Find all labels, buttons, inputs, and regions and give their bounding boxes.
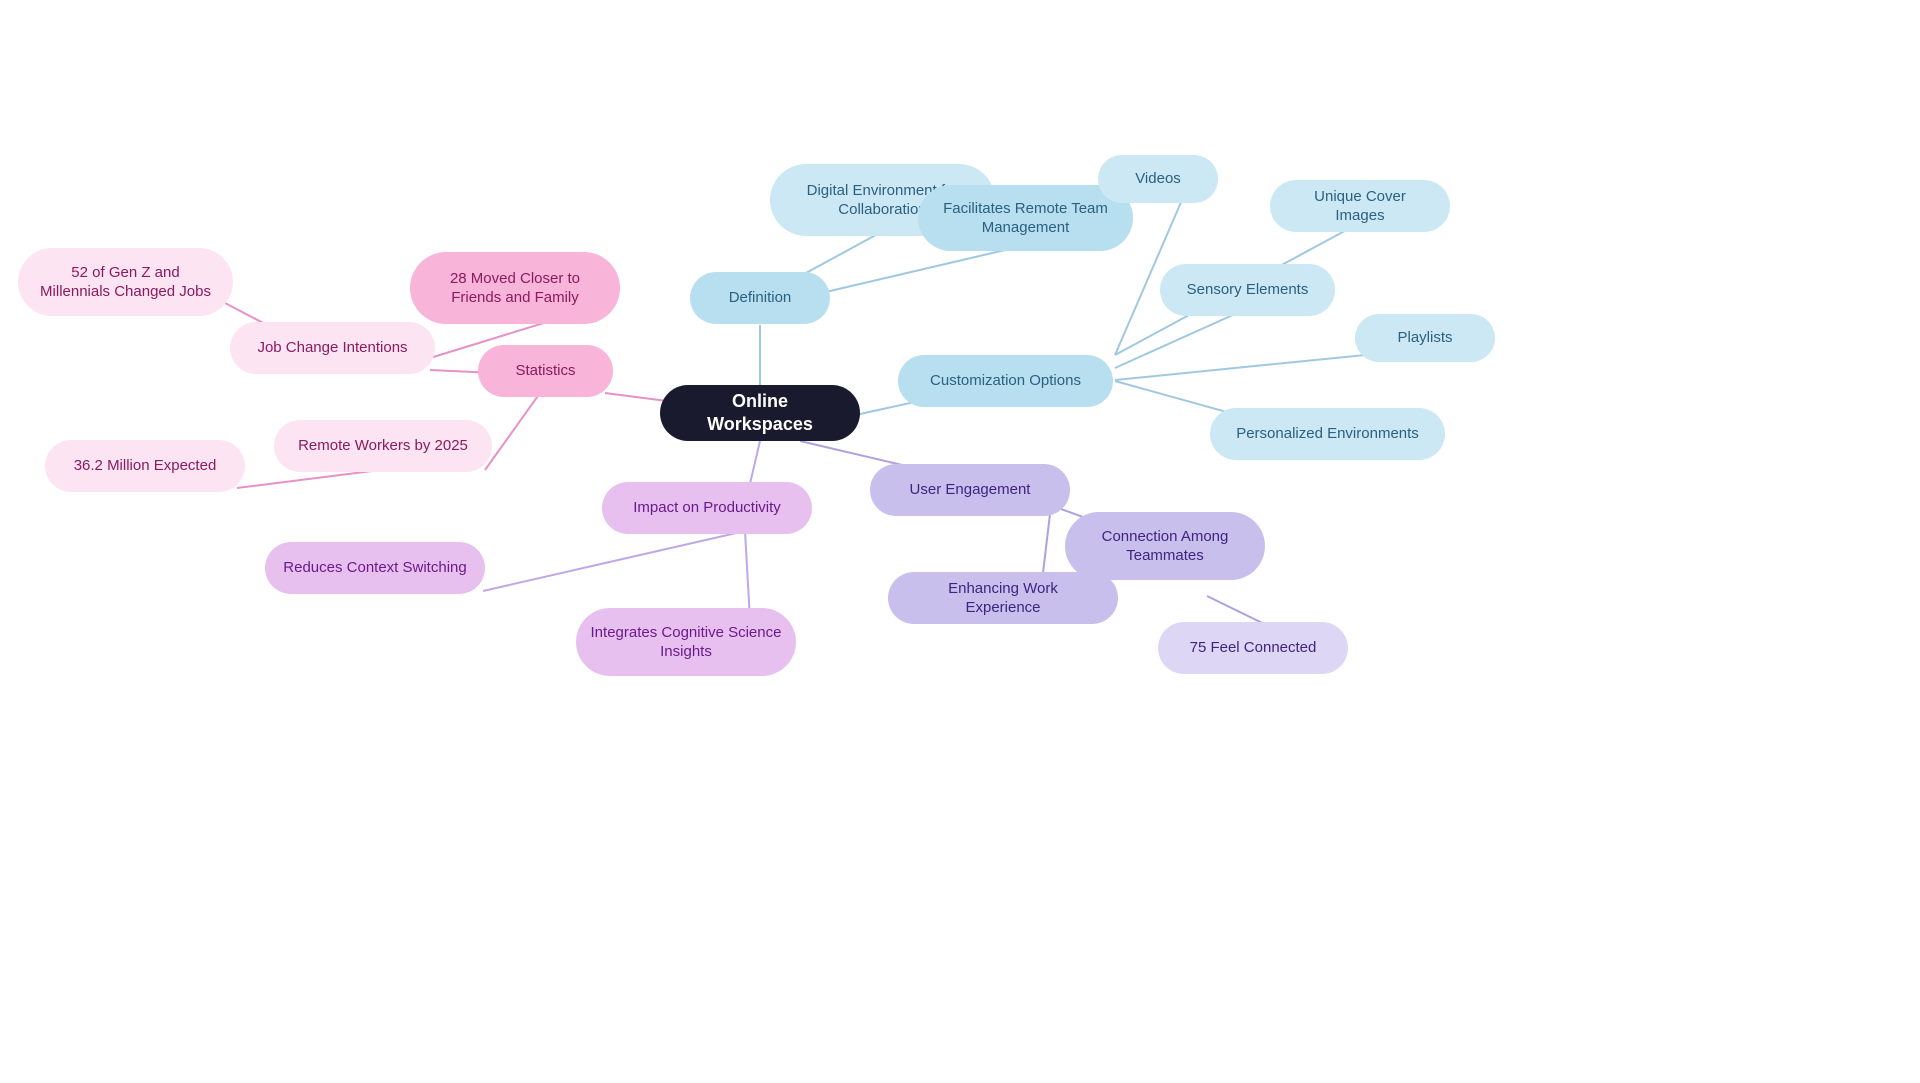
unique-cover-label: Unique Cover Images	[1292, 187, 1428, 226]
facilitates-label: Facilitates Remote Team Management	[942, 199, 1109, 238]
impact-label: Impact on Productivity	[633, 498, 781, 518]
connection-label: Connection Among Teammates	[1089, 527, 1241, 566]
personalized-label: Personalized Environments	[1236, 424, 1419, 444]
enhancing-label: Enhancing Work Experience	[912, 579, 1094, 618]
feel-connected-label: 75 Feel Connected	[1190, 638, 1317, 658]
52-gen-label: 52 of Gen Z and Millennials Changed Jobs	[40, 263, 211, 302]
user-engagement-node: User Engagement	[870, 464, 1070, 516]
statistics-node: Statistics	[478, 345, 613, 397]
remote-workers-label: Remote Workers by 2025	[298, 436, 468, 456]
customization-label: Customization Options	[930, 371, 1081, 391]
job-change-label: Job Change Intentions	[257, 338, 407, 358]
videos-node: Videos	[1098, 155, 1218, 203]
center-node: Online Workspaces	[660, 385, 860, 441]
28-moved-node: 28 Moved Closer to Friends and Family	[410, 252, 620, 324]
28-moved-label: 28 Moved Closer to Friends and Family	[434, 269, 596, 308]
36-million-label: 36.2 Million Expected	[74, 456, 217, 476]
sensory-node: Sensory Elements	[1160, 264, 1335, 316]
unique-cover-node: Unique Cover Images	[1270, 180, 1450, 232]
definition-node: Definition	[690, 272, 830, 324]
integrates-node: Integrates Cognitive Science Insights	[576, 608, 796, 676]
center-label: Online Workspaces	[696, 390, 824, 437]
feel-connected-node: 75 Feel Connected	[1158, 622, 1348, 674]
facilitates-node: Facilitates Remote Team Management	[918, 185, 1133, 251]
customization-node: Customization Options	[898, 355, 1113, 407]
playlists-node: Playlists	[1355, 314, 1495, 362]
36-million-node: 36.2 Million Expected	[45, 440, 245, 492]
reduces-label: Reduces Context Switching	[283, 558, 466, 578]
playlists-label: Playlists	[1397, 328, 1452, 348]
sensory-label: Sensory Elements	[1187, 280, 1309, 300]
reduces-node: Reduces Context Switching	[265, 542, 485, 594]
52-gen-node: 52 of Gen Z and Millennials Changed Jobs	[18, 248, 233, 316]
connection-node: Connection Among Teammates	[1065, 512, 1265, 580]
remote-workers-node: Remote Workers by 2025	[274, 420, 492, 472]
impact-node: Impact on Productivity	[602, 482, 812, 534]
enhancing-node: Enhancing Work Experience	[888, 572, 1118, 624]
job-change-node: Job Change Intentions	[230, 322, 435, 374]
integrates-label: Integrates Cognitive Science Insights	[576, 623, 796, 662]
videos-label: Videos	[1135, 169, 1181, 189]
definition-label: Definition	[729, 288, 792, 308]
statistics-label: Statistics	[515, 361, 575, 381]
user-engagement-label: User Engagement	[910, 480, 1031, 500]
personalized-node: Personalized Environments	[1210, 408, 1445, 460]
